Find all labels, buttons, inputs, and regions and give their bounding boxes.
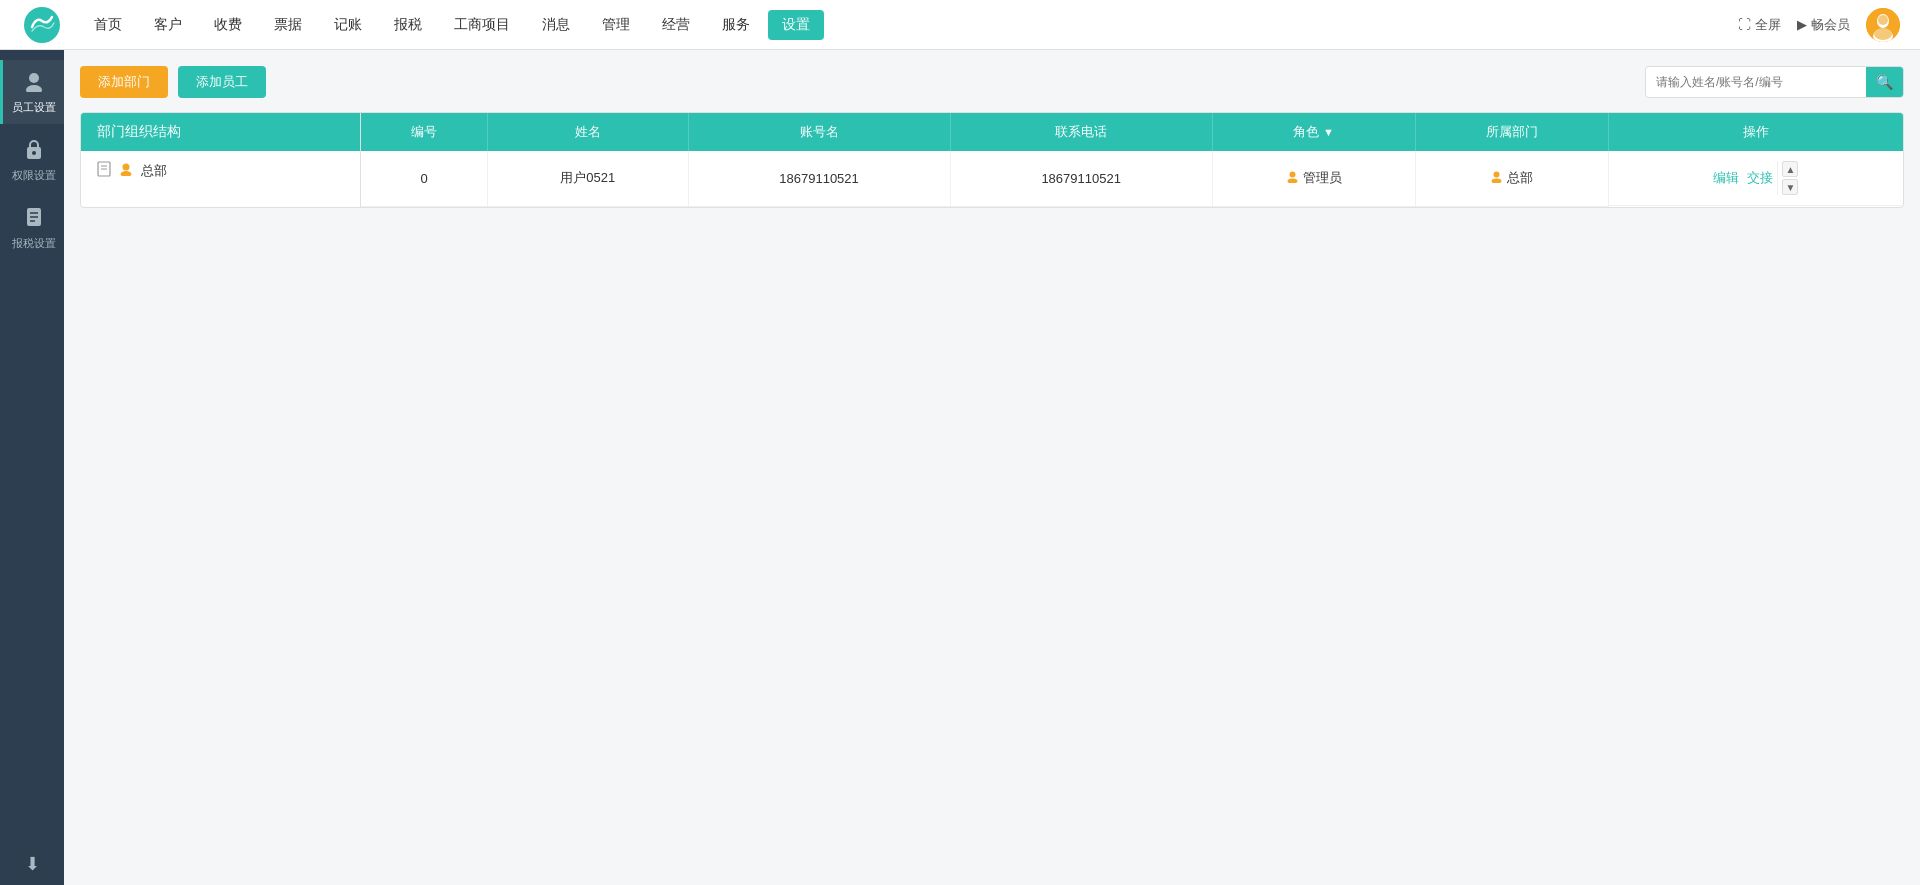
table-row: 0 用户0521 18679110521 18679110521	[361, 151, 1903, 206]
col-account: 账号名	[688, 113, 950, 151]
vip-label: 畅会员	[1811, 16, 1850, 34]
nav-right-area: ⛶ 全屏 ▶ 畅会员	[1738, 8, 1900, 42]
fullscreen-label: 全屏	[1755, 16, 1781, 34]
cell-id: 0	[361, 151, 488, 206]
top-navigation: 首页 客户 收费 票据 记账 报税 工商项目 消息 管理 经营 服务 设置 ⛶ …	[0, 0, 1920, 50]
sidebar-bottom-btn[interactable]: ⬇	[25, 853, 40, 875]
nav-settings[interactable]: 设置	[768, 10, 824, 40]
dept-panel-header: 部门组织结构	[81, 113, 360, 151]
search-input[interactable]	[1646, 69, 1866, 95]
svg-point-4	[1878, 15, 1888, 25]
nav-home[interactable]: 首页	[80, 10, 136, 40]
cell-dept: 总部	[1415, 151, 1608, 206]
vip-icon: ▶	[1797, 17, 1807, 32]
nav-invoice[interactable]: 票据	[260, 10, 316, 40]
sidebar-item-taxsetting[interactable]: 报税设置	[0, 196, 64, 260]
left-panel: 部门组织结构 总部	[81, 113, 361, 207]
employee-icon	[23, 70, 45, 97]
sidebar-item-permission[interactable]: 权限设置	[0, 128, 64, 192]
col-phone: 联系电话	[950, 113, 1212, 151]
employee-table: 编号 姓名 账号名 联系电话 角色 ▼ 所属部门 操作 0	[361, 113, 1903, 207]
download-icon: ⬇	[25, 854, 40, 874]
cell-name: 用户0521	[488, 151, 688, 206]
nav-tax[interactable]: 报税	[380, 10, 436, 40]
logo	[10, 7, 74, 43]
scroll-up-btn[interactable]: ▲	[1782, 161, 1798, 177]
role-user-icon	[1286, 170, 1299, 186]
svg-point-20	[1287, 179, 1297, 184]
avatar[interactable]	[1866, 8, 1900, 42]
search-box: 🔍	[1645, 66, 1904, 98]
svg-point-19	[1289, 172, 1295, 178]
nav-service[interactable]: 服务	[708, 10, 764, 40]
col-name: 姓名	[488, 113, 688, 151]
dept-tree-item[interactable]: 总部	[81, 151, 360, 190]
sidebar: 员工设置 权限设置 报税设置 ⬇	[0, 50, 64, 885]
scroll-down-btn[interactable]: ▼	[1782, 179, 1798, 195]
lock-icon	[24, 138, 44, 165]
transfer-link[interactable]: 交接	[1747, 169, 1773, 187]
tax-setting-icon	[24, 206, 44, 233]
sidebar-employee-label: 员工设置	[12, 101, 56, 114]
fullscreen-button[interactable]: ⛶ 全屏	[1738, 16, 1781, 34]
main-content: 添加部门 添加员工 🔍 部门组织结构	[64, 50, 1920, 885]
cell-phone: 18679110521	[950, 151, 1212, 206]
search-button[interactable]: 🔍	[1866, 67, 1903, 97]
fullscreen-icon: ⛶	[1738, 17, 1751, 32]
sidebar-permission-label: 权限设置	[12, 169, 56, 182]
col-dept: 所属部门	[1415, 113, 1608, 151]
dept-name: 总部	[141, 162, 167, 180]
svg-point-0	[24, 7, 60, 43]
svg-point-17	[123, 164, 130, 171]
svg-point-9	[32, 151, 36, 155]
file-icon	[97, 161, 111, 180]
dept-user-icon-small	[1490, 170, 1503, 186]
svg-point-5	[1874, 28, 1892, 40]
svg-point-22	[1492, 179, 1502, 184]
vip-button[interactable]: ▶ 畅会员	[1797, 16, 1850, 34]
sidebar-item-employee[interactable]: 员工设置	[0, 60, 64, 124]
content-area: 部门组织结构 总部	[80, 112, 1904, 208]
add-dept-button[interactable]: 添加部门	[80, 66, 168, 98]
svg-point-18	[121, 171, 132, 176]
add-employee-button[interactable]: 添加员工	[178, 66, 266, 98]
col-role: 角色 ▼	[1212, 113, 1415, 151]
nav-manage[interactable]: 管理	[588, 10, 644, 40]
col-action: 操作	[1608, 113, 1903, 151]
col-id: 编号	[361, 113, 488, 151]
nav-message[interactable]: 消息	[528, 10, 584, 40]
nav-menu: 首页 客户 收费 票据 记账 报税 工商项目 消息 管理 经营 服务 设置	[80, 10, 1738, 40]
cell-actions: 编辑 交接 ▲ ▼	[1609, 151, 1903, 206]
edit-link[interactable]: 编辑	[1713, 169, 1739, 187]
row-scroll-btns: ▲ ▼	[1777, 161, 1802, 195]
sidebar-taxsetting-label: 报税设置	[12, 237, 56, 250]
right-panel: 编号 姓名 账号名 联系电话 角色 ▼ 所属部门 操作 0	[361, 113, 1903, 207]
nav-fee[interactable]: 收费	[200, 10, 256, 40]
filter-icon[interactable]: ▼	[1323, 126, 1334, 138]
nav-bookkeeping[interactable]: 记账	[320, 10, 376, 40]
search-icon: 🔍	[1876, 74, 1893, 90]
nav-client[interactable]: 客户	[140, 10, 196, 40]
dept-user-icon	[119, 162, 133, 179]
nav-business[interactable]: 工商项目	[440, 10, 524, 40]
svg-point-7	[26, 85, 42, 92]
svg-point-6	[29, 73, 39, 83]
toolbar: 添加部门 添加员工 🔍	[80, 66, 1904, 98]
cell-account: 18679110521	[688, 151, 950, 206]
nav-operation[interactable]: 经营	[648, 10, 704, 40]
svg-point-21	[1494, 172, 1500, 178]
cell-role: 管理员	[1212, 151, 1415, 206]
